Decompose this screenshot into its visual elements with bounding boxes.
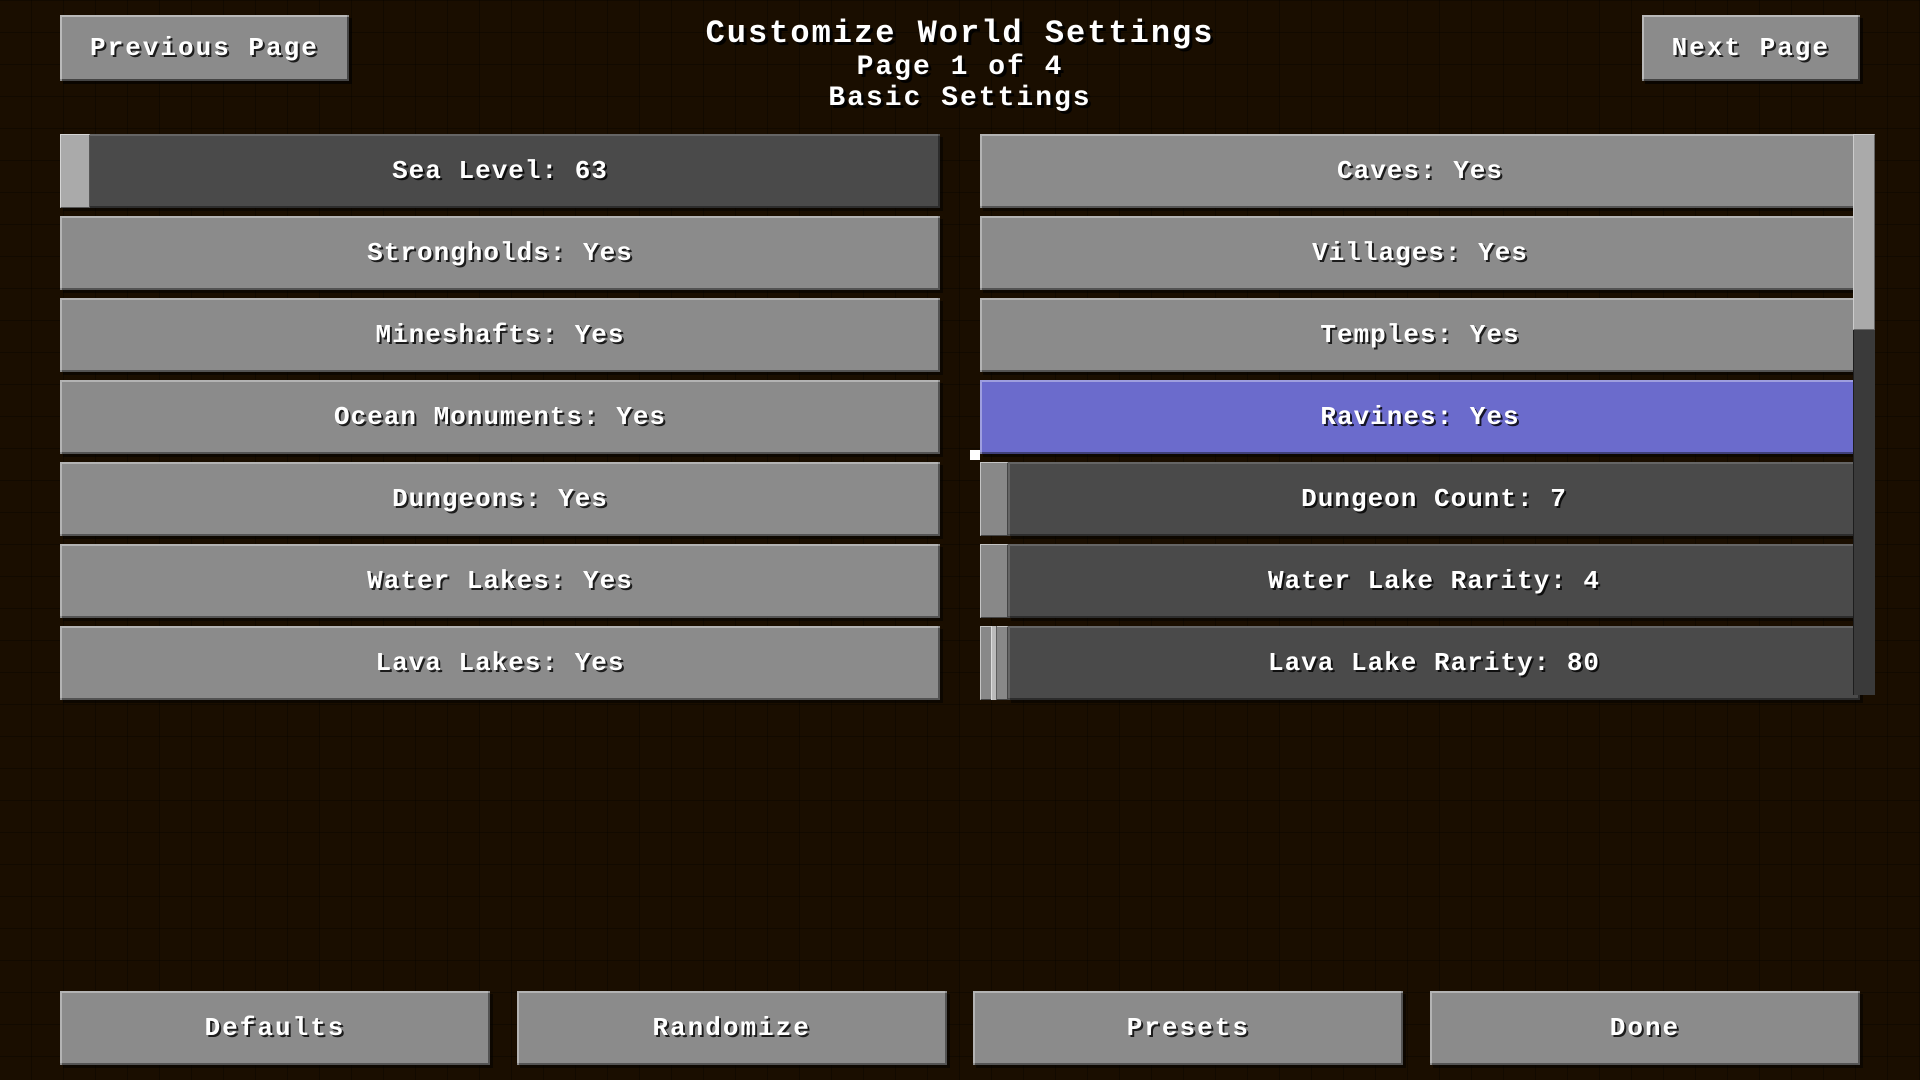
lava-lake-rarity-slider-handle[interactable]: [980, 626, 1008, 700]
temples-button[interactable]: Temples: Yes: [980, 298, 1860, 372]
sea-level-setting[interactable]: Sea Level: 63: [60, 134, 940, 208]
water-lakes-button[interactable]: Water Lakes: Yes: [60, 544, 940, 618]
right-column: Caves: Yes Villages: Yes Temples: Yes Ra…: [960, 134, 1860, 700]
dungeon-count-button[interactable]: Dungeon Count: 7: [1008, 462, 1860, 536]
water-lake-rarity-setting[interactable]: Water Lake Rarity: 4: [980, 544, 1860, 618]
next-page-button[interactable]: Next Page: [1642, 15, 1860, 81]
villages-button[interactable]: Villages: Yes: [980, 216, 1860, 290]
lava-lake-rarity-setting[interactable]: Lava Lake Rarity: 80: [980, 626, 1860, 700]
done-button[interactable]: Done: [1430, 991, 1860, 1065]
caves-button[interactable]: Caves: Yes: [980, 134, 1860, 208]
header: Previous Page Customize World Settings P…: [0, 0, 1920, 124]
dungeon-count-setting[interactable]: Dungeon Count: 7: [980, 462, 1860, 536]
mineshafts-button[interactable]: Mineshafts: Yes: [60, 298, 940, 372]
prev-page-button[interactable]: Previous Page: [60, 15, 349, 81]
sea-level-button[interactable]: Sea Level: 63: [60, 134, 940, 208]
water-lake-rarity-button[interactable]: Water Lake Rarity: 4: [1008, 544, 1860, 618]
settings-grid: Sea Level: 63 Strongholds: Yes Mineshaft…: [0, 124, 1920, 700]
dungeons-button[interactable]: Dungeons: Yes: [60, 462, 940, 536]
lava-lake-rarity-button[interactable]: Lava Lake Rarity: 80: [1008, 626, 1860, 700]
right-scrollbar[interactable]: [1853, 134, 1875, 695]
lava-slider-inner: [991, 626, 997, 700]
sea-level-slider-handle[interactable]: [60, 134, 90, 208]
randomize-button[interactable]: Randomize: [517, 991, 947, 1065]
water-lake-rarity-slider-handle[interactable]: [980, 544, 1008, 618]
ocean-monuments-button[interactable]: Ocean Monuments: Yes: [60, 380, 940, 454]
scrollbar-thumb[interactable]: [1853, 134, 1875, 330]
footer: Defaults Randomize Presets Done: [0, 976, 1920, 1080]
lava-lakes-button[interactable]: Lava Lakes: Yes: [60, 626, 940, 700]
defaults-button[interactable]: Defaults: [60, 991, 490, 1065]
left-column: Sea Level: 63 Strongholds: Yes Mineshaft…: [60, 134, 960, 700]
presets-button[interactable]: Presets: [973, 991, 1403, 1065]
page-subtitle: Basic Settings: [0, 83, 1920, 114]
strongholds-button[interactable]: Strongholds: Yes: [60, 216, 940, 290]
dungeon-count-slider-handle[interactable]: [980, 462, 1008, 536]
ravines-button[interactable]: Ravines: Yes: [980, 380, 1860, 454]
